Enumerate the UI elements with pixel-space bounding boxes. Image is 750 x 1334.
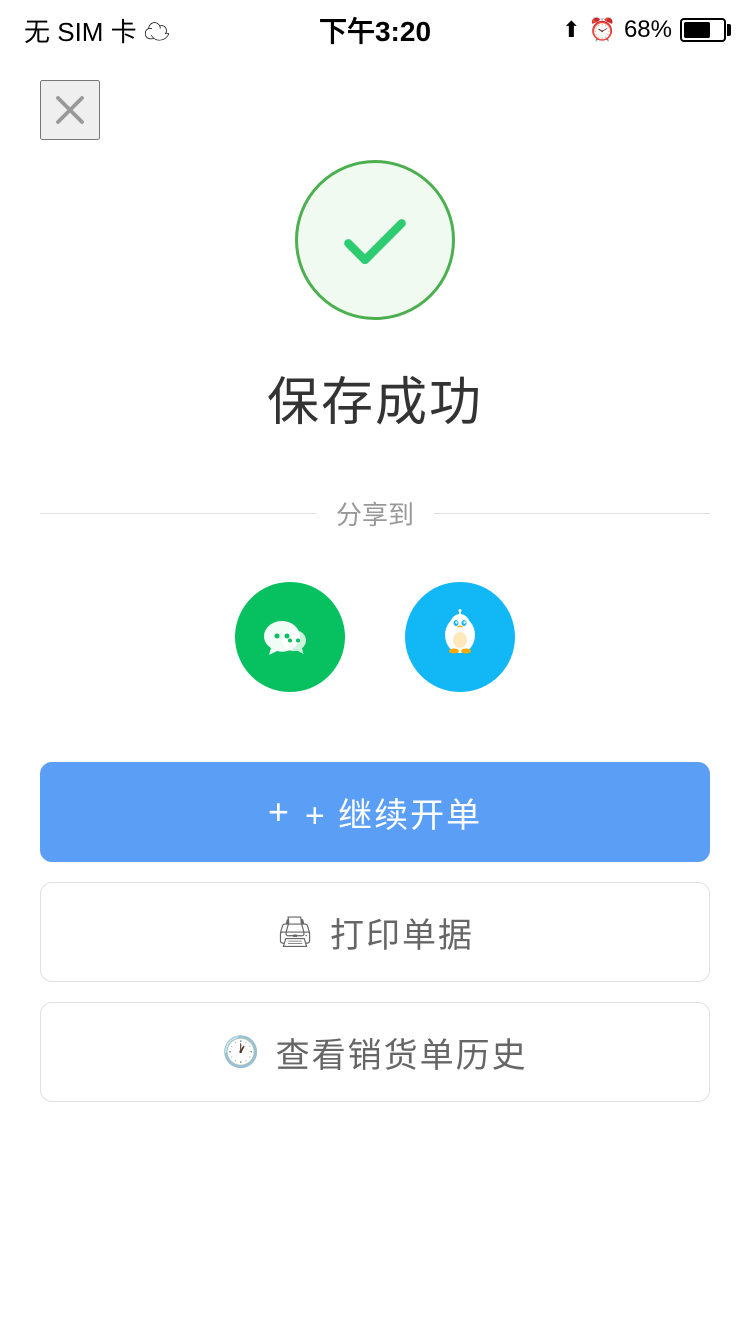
action-buttons: + + 继续开单 🖨 打印单据 🕐 查看销货单历史 [40,762,710,1102]
status-right: ⬆ ⏰ 68% [562,16,726,44]
alarm-icon: ⏰ [589,17,616,43]
close-icon [52,92,88,128]
divider-left [40,513,316,514]
qq-icon [430,607,490,667]
success-circle [295,160,455,320]
battery-fill [684,22,710,38]
history-button[interactable]: 🕐 查看销货单历史 [40,1002,710,1102]
checkmark-icon [335,200,415,280]
history-icon: 🕐 [222,1035,261,1070]
history-label: 查看销货单历史 [276,1028,528,1077]
wechat-icon [260,607,320,667]
sim-text: 无 SIM 卡 ☁ [24,12,170,49]
status-left: 无 SIM 卡 ☁ [24,12,170,49]
close-button[interactable] [40,80,100,140]
print-label: 打印单据 [330,908,474,957]
continue-icon: + [268,791,291,833]
continue-button[interactable]: + + 继续开单 [40,762,710,862]
divider-right [434,513,710,514]
location-icon: ⬆ [562,17,580,43]
share-divider: 分享到 [40,495,710,532]
battery-percentage: 68% [624,16,672,44]
main-content: 保存成功 分享到 [0,60,750,1334]
share-label: 分享到 [336,495,414,532]
wechat-share-button[interactable] [235,582,345,692]
print-icon: 🖨 [276,915,316,950]
battery-icon [680,18,726,42]
continue-label: + 继续开单 [305,788,482,837]
status-bar: 无 SIM 卡 ☁ 下午3:20 ⬆ ⏰ 68% [0,0,750,60]
qq-share-button[interactable] [405,582,515,692]
status-time: 下午3:20 [319,10,431,50]
share-icons [235,582,515,692]
print-button[interactable]: 🖨 打印单据 [40,882,710,982]
success-title: 保存成功 [267,360,483,435]
